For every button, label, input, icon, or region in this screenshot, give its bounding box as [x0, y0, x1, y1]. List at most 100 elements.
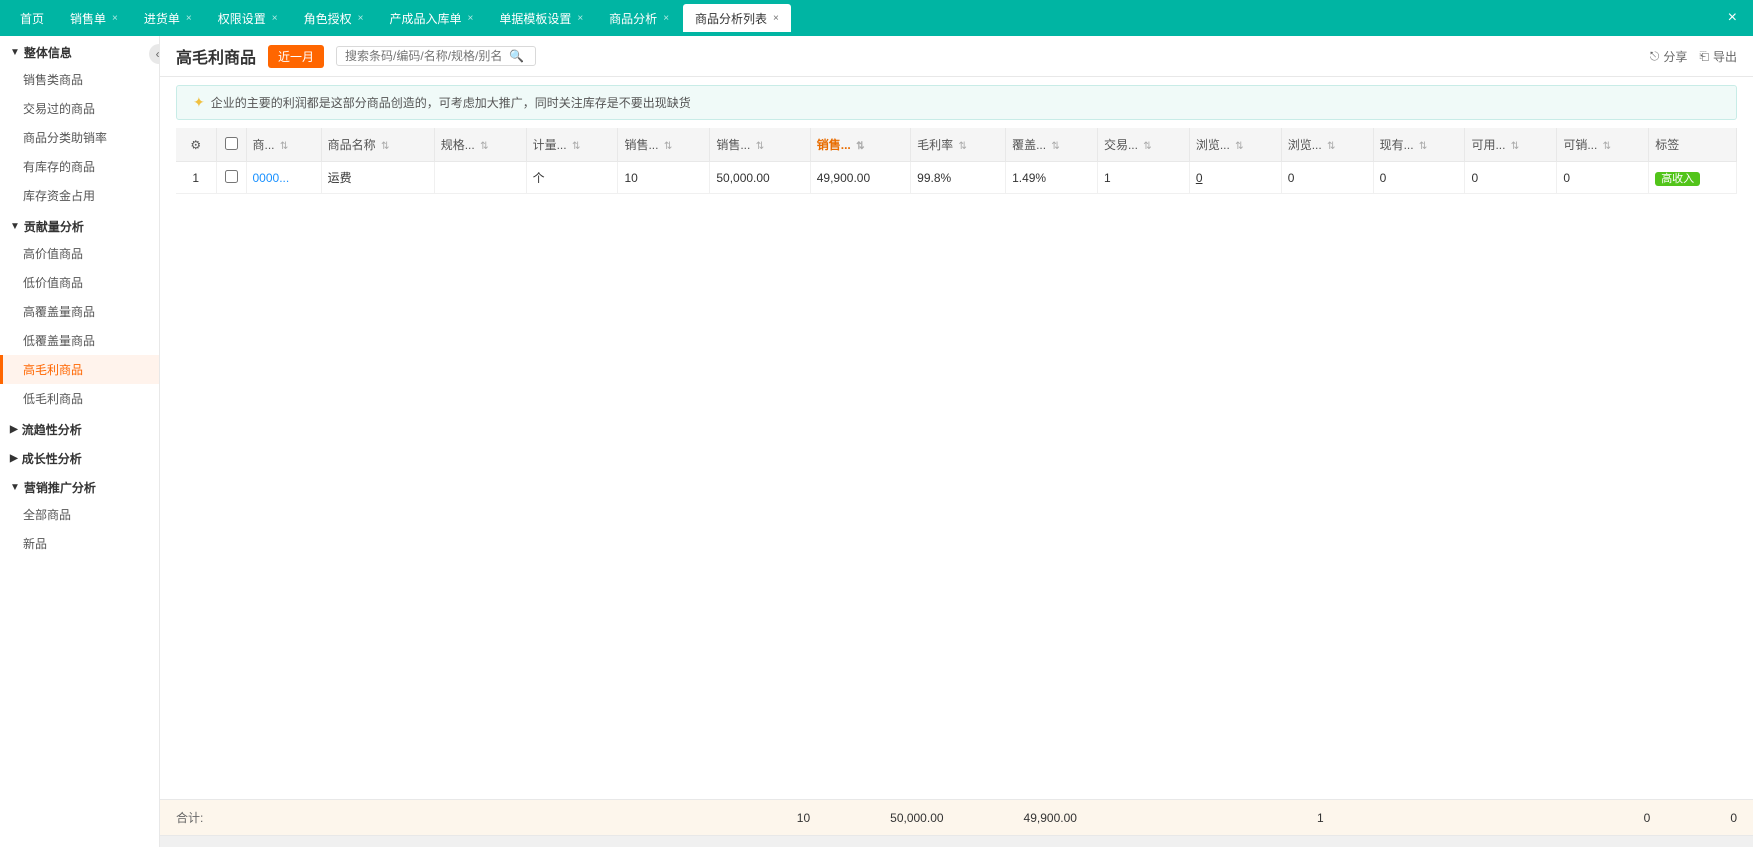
sidebar-group-overall[interactable]: ▼ 整体信息 — [0, 36, 159, 65]
select-all-checkbox[interactable] — [225, 137, 238, 150]
sidebar-item-high-value[interactable]: 高价值商品 — [0, 239, 159, 268]
share-button[interactable]: ⎋ 分享 — [1650, 48, 1688, 65]
tab-sales-label: 销售单 — [70, 10, 106, 27]
row-tag: 高收入 — [1649, 162, 1737, 194]
window-close-icon[interactable]: × — [1720, 9, 1745, 27]
tab-role-label: 角色授权 — [304, 10, 352, 27]
footer-sales3: 49,900.00 — [1024, 811, 1077, 825]
close-icon[interactable]: × — [467, 13, 473, 24]
close-icon[interactable]: × — [663, 13, 669, 24]
row-num: 1 — [176, 162, 216, 194]
tab-sales[interactable]: 销售单 × — [58, 4, 130, 32]
row-stock2: 0 — [1465, 162, 1557, 194]
chevron-right-icon: ▶ — [10, 424, 18, 435]
row-stock1: 0 — [1373, 162, 1465, 194]
header-actions: ⎋ 分享 ⎗ 导出 — [1650, 48, 1737, 65]
content-header: 高毛利商品 近一月 🔍 ⎋ 分享 ⎗ 导出 — [160, 36, 1753, 77]
tab-home[interactable]: 首页 — [8, 4, 56, 32]
period-button[interactable]: 近一月 — [268, 45, 324, 68]
th-sales2[interactable]: 销售... ⇅ — [710, 128, 810, 162]
notice-icon: ✦ — [193, 94, 205, 111]
th-gross-rate[interactable]: 毛利率 ⇅ — [911, 128, 1006, 162]
top-navigation: 首页 销售单 × 进货单 × 权限设置 × 角色授权 × 产成品入库单 × 单据… — [0, 0, 1753, 36]
footer-transaction: 1 — [1317, 811, 1324, 825]
sidebar-item-all-goods[interactable]: 全部商品 — [0, 500, 159, 529]
th-unit[interactable]: 计量... ⇅ — [526, 128, 618, 162]
sidebar-item-category-rate[interactable]: 商品分类助销率 — [0, 123, 159, 152]
sidebar-item-low-value[interactable]: 低价值商品 — [0, 268, 159, 297]
tab-role[interactable]: 角色授权 × — [292, 4, 376, 32]
row-browse1[interactable]: 0 — [1189, 162, 1281, 194]
search-input[interactable] — [345, 49, 505, 63]
sidebar-item-high-gross[interactable]: 高毛利商品 — [0, 355, 159, 384]
sidebar-item-high-coverage[interactable]: 高覆盖量商品 — [0, 297, 159, 326]
sort-icon: ⇅ — [381, 141, 389, 152]
sidebar-item-low-gross[interactable]: 低毛利商品 — [0, 384, 159, 413]
sidebar-group-growth[interactable]: ▶ 成长性分析 — [0, 442, 159, 471]
close-icon[interactable]: × — [186, 13, 192, 24]
th-browse1[interactable]: 浏览... ⇅ — [1189, 128, 1281, 162]
table-footer: 合计: 10 50,000.00 49,900.00 1 0 0 — [160, 799, 1753, 835]
row-code[interactable]: 0000... — [246, 162, 321, 194]
tab-purchase[interactable]: 进货单 × — [132, 4, 204, 32]
th-code[interactable]: 商... ⇅ — [246, 128, 321, 162]
content-area: 高毛利商品 近一月 🔍 ⎋ 分享 ⎗ 导出 ✦ 企业的主要的利润都是这部分 — [160, 36, 1753, 847]
export-label: 导出 — [1713, 48, 1737, 65]
th-sales3[interactable]: 销售... ⇅ — [810, 128, 910, 162]
tab-product-analysis[interactable]: 商品分析 × — [597, 4, 681, 32]
th-check — [216, 128, 246, 162]
th-transaction[interactable]: 交易... ⇅ — [1097, 128, 1189, 162]
tag-badge: 高收入 — [1655, 172, 1700, 186]
sidebar-item-stock-capital[interactable]: 库存资金占用 — [0, 181, 159, 210]
close-icon[interactable]: × — [358, 13, 364, 24]
search-box[interactable]: 🔍 — [336, 46, 536, 66]
sidebar-item-sales-goods[interactable]: 销售类商品 — [0, 65, 159, 94]
tab-purchase-label: 进货单 — [144, 10, 180, 27]
sort-icon: ⇅ — [572, 141, 580, 152]
close-icon[interactable]: × — [773, 13, 779, 24]
export-icon: ⎗ — [1699, 49, 1709, 64]
tab-product-inbound-label: 产成品入库单 — [389, 10, 461, 27]
tab-template[interactable]: 单据模板设置 × — [487, 4, 595, 32]
sidebar-item-new-goods[interactable]: 新品 — [0, 529, 159, 558]
tab-permission-label: 权限设置 — [218, 10, 266, 27]
th-spec[interactable]: 规格... ⇅ — [434, 128, 526, 162]
close-icon[interactable]: × — [272, 13, 278, 24]
sidebar-item-in-stock[interactable]: 有库存的商品 — [0, 152, 159, 181]
sidebar-item-low-coverage[interactable]: 低覆盖量商品 — [0, 326, 159, 355]
th-settings[interactable]: ⚙ — [176, 128, 216, 162]
share-label: 分享 — [1663, 48, 1687, 65]
row-checkbox[interactable] — [225, 170, 238, 183]
collapse-icon: « — [156, 47, 160, 61]
chevron-down-icon: ▼ — [10, 482, 20, 493]
sidebar-item-traded-goods[interactable]: 交易过的商品 — [0, 94, 159, 123]
th-stock3[interactable]: 可销... ⇅ — [1557, 128, 1649, 162]
sidebar-group-marketing[interactable]: ▼ 营销推广分析 — [0, 471, 159, 500]
sidebar: « ▼ 整体信息 销售类商品 交易过的商品 商品分类助销率 有库存的商品 库存资… — [0, 36, 160, 847]
horizontal-scrollbar[interactable] — [160, 835, 1753, 847]
th-sales1[interactable]: 销售... ⇅ — [618, 128, 710, 162]
th-browse2[interactable]: 浏览... ⇅ — [1281, 128, 1373, 162]
close-icon[interactable]: × — [112, 13, 118, 24]
sidebar-group-overall-label: 整体信息 — [24, 44, 72, 61]
tab-product-inbound[interactable]: 产成品入库单 × — [377, 4, 485, 32]
tab-product-analysis-list-label: 商品分析列表 — [695, 10, 767, 27]
sidebar-group-contribution[interactable]: ▼ 贡献量分析 — [0, 210, 159, 239]
sort-icon: ⇅ — [480, 141, 488, 152]
sidebar-group-contribution-label: 贡献量分析 — [24, 218, 84, 235]
sort-icon: ⇅ — [1419, 141, 1427, 152]
sidebar-group-trend[interactable]: ▶ 流趋性分析 — [0, 413, 159, 442]
th-coverage[interactable]: 覆盖... ⇅ — [1006, 128, 1098, 162]
tab-permission[interactable]: 权限设置 × — [206, 4, 290, 32]
export-button[interactable]: ⎗ 导出 — [1699, 48, 1737, 65]
sort-icon: ⇅ — [756, 141, 764, 152]
th-stock1[interactable]: 现有... ⇅ — [1373, 128, 1465, 162]
row-check[interactable] — [216, 162, 246, 194]
footer-stock1: 0 — [1644, 811, 1651, 825]
close-icon[interactable]: × — [577, 13, 583, 24]
notice-bar: ✦ 企业的主要的利润都是这部分商品创造的，可考虑加大推广，同时关注库存是不要出现… — [176, 85, 1737, 120]
search-icon[interactable]: 🔍 — [509, 49, 524, 63]
th-stock2[interactable]: 可用... ⇅ — [1465, 128, 1557, 162]
tab-product-analysis-list[interactable]: 商品分析列表 × — [683, 4, 791, 32]
th-name[interactable]: 商品名称 ⇅ — [321, 128, 434, 162]
